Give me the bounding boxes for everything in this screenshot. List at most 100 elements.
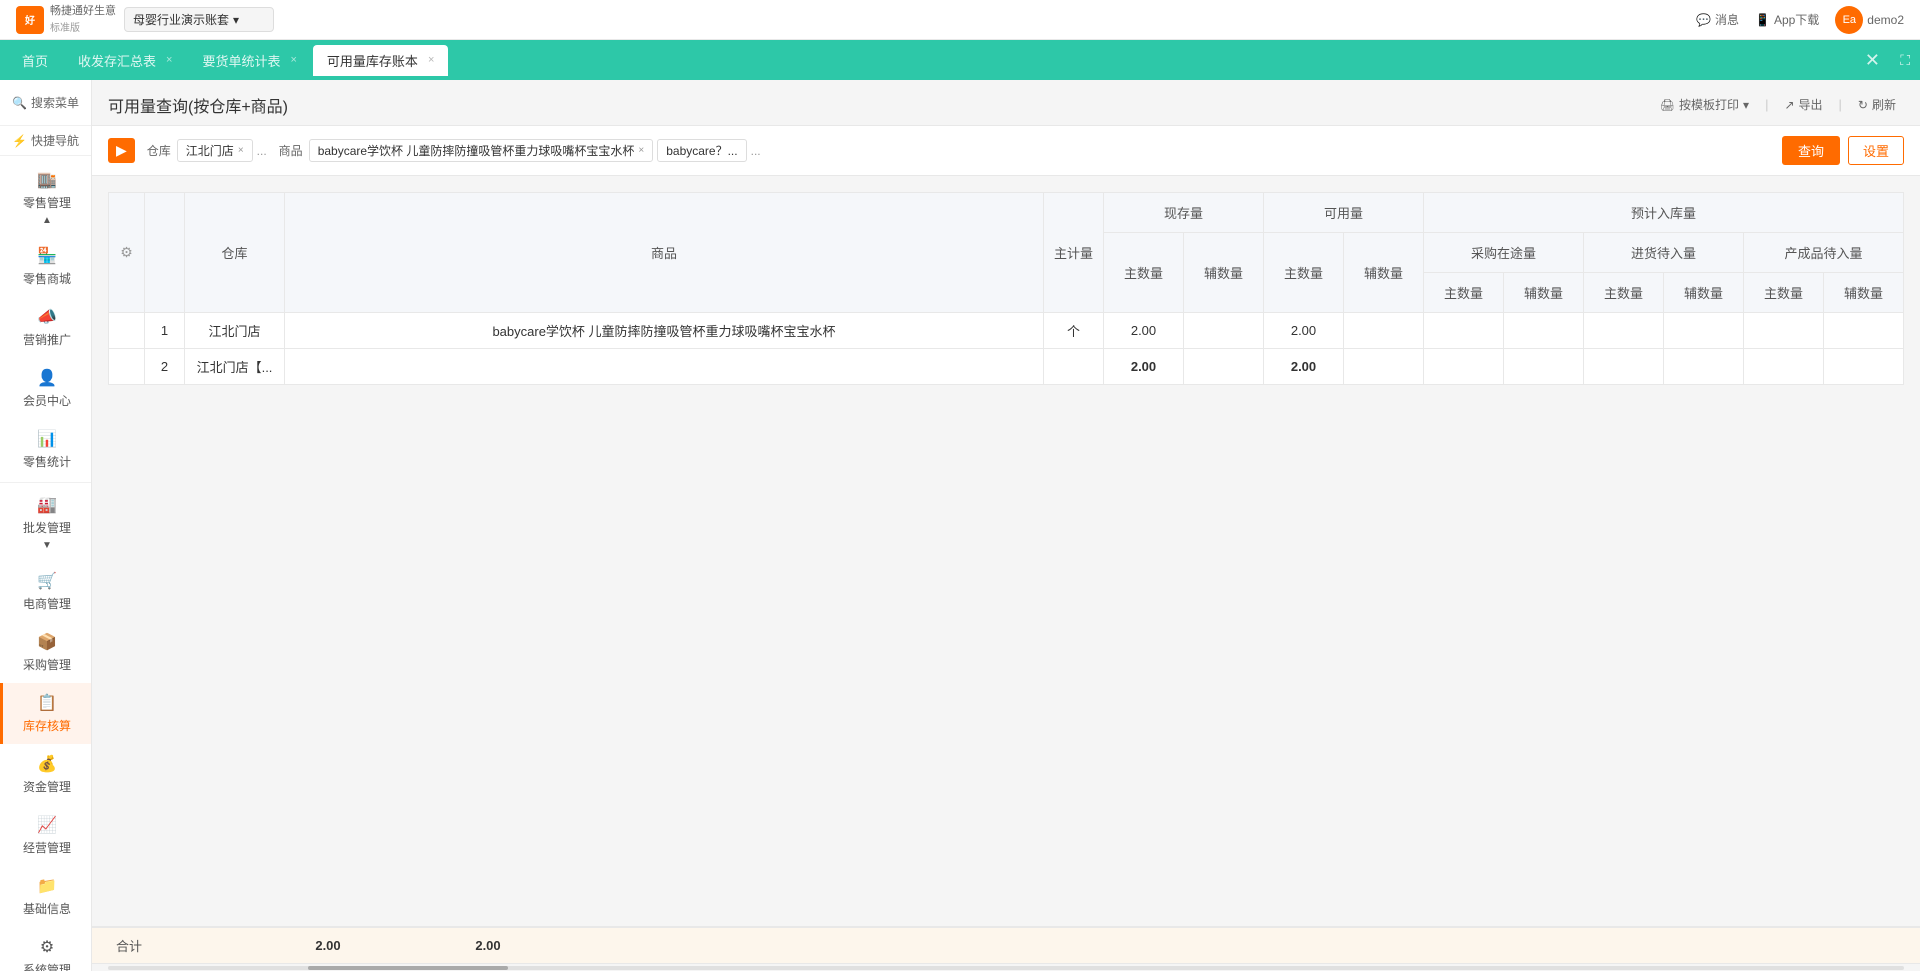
row2-available-main: 2.00: [1264, 349, 1344, 385]
th-purchase-main: 主数量: [1424, 273, 1504, 313]
scroll-bar-area: [92, 963, 1920, 971]
page-actions: 🖨 按模板打印 ▾ | ↗ 导出 | ↻ 刷新: [1652, 92, 1904, 117]
row1-production-aux: [1824, 313, 1904, 349]
search-icon: 🔍: [12, 96, 27, 110]
print-btn[interactable]: 🖨 按模板打印 ▾: [1652, 92, 1757, 117]
sidebar-item-inventory[interactable]: 📋 库存核算: [0, 683, 91, 744]
scroll-track[interactable]: [108, 966, 1904, 970]
industry-label: 母婴行业演示账套: [133, 11, 229, 28]
expand-icon[interactable]: ⛶: [1900, 52, 1910, 69]
sidebar-item-wholesale-mgmt[interactable]: 🏭 批发管理 ▼: [0, 485, 91, 561]
nav-tabs: 首页 收发存汇总表 × 要货单统计表 × 可用量库存账本 × ✕ ⛶: [0, 40, 1920, 80]
member-icon: 👤: [37, 368, 57, 388]
top-bar-right: 💬 消息 📱 App下载 Ea demo2: [1696, 6, 1904, 34]
row2-product: [285, 349, 1044, 385]
inventory-icon: 📋: [37, 693, 57, 713]
row1-product: babycare学饮杯 儿童防摔防撞吸管杯重力球吸嘴杯宝宝水杯: [285, 313, 1044, 349]
row2-num: 2: [145, 349, 185, 385]
row1-available-aux: [1344, 313, 1424, 349]
refresh-btn[interactable]: ↻ 刷新: [1850, 92, 1904, 117]
row1-warehouse: 江北门店: [185, 313, 285, 349]
ecommerce-icon: 🛒: [37, 571, 57, 591]
settings-btn[interactable]: 设置: [1848, 136, 1904, 165]
row1-incoming-aux: [1664, 313, 1744, 349]
row1-purchase-main: [1424, 313, 1504, 349]
wholesale-icon: 🏭: [37, 495, 57, 515]
logo-area: 好 畅捷通好生意 标准版: [16, 5, 116, 33]
tab-home[interactable]: 首页: [8, 45, 62, 76]
warehouse-filter: 仓库 江北门店 × ...: [147, 139, 267, 162]
warehouse-tags: 江北门店 × ...: [177, 139, 267, 162]
sidebar-item-operations[interactable]: 📈 经营管理: [0, 805, 91, 866]
footer-available-main: 2.00: [448, 938, 528, 953]
footer-label: 合计: [108, 936, 228, 955]
message-icon: 💬: [1696, 13, 1711, 27]
filter-toggle-btn[interactable]: ▶: [108, 138, 135, 163]
chevron-icon: ▾: [1743, 98, 1749, 112]
sidebar-search-area: 🔍 搜索菜单: [0, 80, 91, 126]
tab-order-stats[interactable]: 要货单统计表 ×: [188, 45, 310, 76]
user-area[interactable]: Ea demo2: [1835, 6, 1904, 34]
sidebar-item-marketing[interactable]: 📣 营销推广: [0, 297, 91, 358]
download-btn[interactable]: 📱 App下载: [1755, 11, 1819, 28]
sidebar-item-finance[interactable]: 💰 资金管理: [0, 744, 91, 805]
sidebar-item-member[interactable]: 👤 会员中心: [0, 358, 91, 419]
product-tags: babycare学饮杯 儿童防摔防撞吸管杯重力球吸嘴杯宝宝水杯 × babyca…: [309, 139, 761, 162]
th-main-unit: 主计量: [1044, 193, 1104, 313]
row1-stock-aux: [1184, 313, 1264, 349]
row2-incoming-aux: [1664, 349, 1744, 385]
export-btn[interactable]: ↗ 导出: [1776, 92, 1830, 117]
row2-production-main: [1744, 349, 1824, 385]
sidebar-item-basics[interactable]: 📁 基础信息: [0, 866, 91, 927]
retail-store-icon: 🏪: [37, 246, 57, 266]
search-menu-btn[interactable]: 🔍 搜索菜单: [8, 88, 83, 117]
more-products[interactable]: ...: [751, 144, 761, 158]
close-all-tabs[interactable]: ✕: [1865, 50, 1880, 71]
close-tab-available-inventory[interactable]: ×: [428, 54, 434, 66]
expand-icon: ▲: [42, 215, 52, 226]
sidebar-item-ecommerce[interactable]: 🛒 电商管理: [0, 561, 91, 622]
row1-num: 1: [145, 313, 185, 349]
message-btn[interactable]: 💬 消息: [1696, 11, 1739, 28]
divider2: |: [1839, 97, 1842, 112]
sidebar-item-retail-store[interactable]: 🏪 零售商城: [0, 236, 91, 297]
sidebar-item-purchase[interactable]: 📦 采购管理: [0, 622, 91, 683]
close-tab-receivables[interactable]: ×: [166, 54, 172, 66]
quick-nav-btn[interactable]: ⚡ 快捷导航: [0, 126, 91, 156]
th-product: 商品: [285, 193, 1044, 313]
close-tab-order-stats[interactable]: ×: [290, 54, 296, 66]
th-incoming-main: 主数量: [1584, 273, 1664, 313]
scroll-thumb[interactable]: [308, 966, 508, 970]
basics-icon: 📁: [37, 876, 57, 896]
logo-icon: 好: [16, 6, 44, 34]
row1-production-main: [1744, 313, 1824, 349]
sidebar-item-retail-stats[interactable]: 📊 零售统计: [0, 419, 91, 480]
product-label: 商品: [279, 142, 303, 159]
data-table: ⚙ 仓库 商品 主计量 现存量: [108, 192, 1904, 385]
sidebar-item-retail-mgmt[interactable]: 🏬 零售管理 ▲: [0, 160, 91, 236]
print-icon: 🖨: [1660, 98, 1675, 112]
th-production-aux: 辅数量: [1824, 273, 1904, 313]
product-tag-2: babycare？...: [657, 139, 746, 162]
message-label: 消息: [1715, 11, 1739, 28]
finance-icon: 💰: [37, 754, 57, 774]
tab-receivables[interactable]: 收发存汇总表 ×: [64, 45, 186, 76]
industry-selector[interactable]: 母婴行业演示账套 ▾: [124, 7, 274, 32]
row1-unit: 个: [1044, 313, 1104, 349]
tab-available-inventory[interactable]: 可用量库存账本 ×: [313, 45, 448, 76]
download-label: App下载: [1774, 11, 1819, 28]
remove-product-tag-1[interactable]: ×: [638, 145, 644, 156]
row1-col-checkbox: [109, 313, 145, 349]
column-settings-icon[interactable]: ⚙: [120, 244, 133, 260]
th-stock-group: 现存量: [1104, 193, 1264, 233]
th-production-group: 产成品待入量: [1744, 233, 1904, 273]
more-warehouses[interactable]: ...: [257, 144, 267, 158]
sidebar-section: 🏬 零售管理 ▲ 🏪 零售商城 📣 营销推广 👤 会员中心 📊 零售统计: [0, 156, 91, 971]
remove-warehouse-tag[interactable]: ×: [238, 145, 244, 156]
username: demo2: [1867, 13, 1904, 27]
sidebar-item-system[interactable]: ⚙ 系统管理: [0, 927, 91, 971]
warehouse-tag: 江北门店 ×: [177, 139, 253, 162]
query-btn[interactable]: 查询: [1782, 136, 1840, 165]
refresh-icon: ↻: [1858, 98, 1868, 112]
row1-stock-main: 2.00: [1104, 313, 1184, 349]
